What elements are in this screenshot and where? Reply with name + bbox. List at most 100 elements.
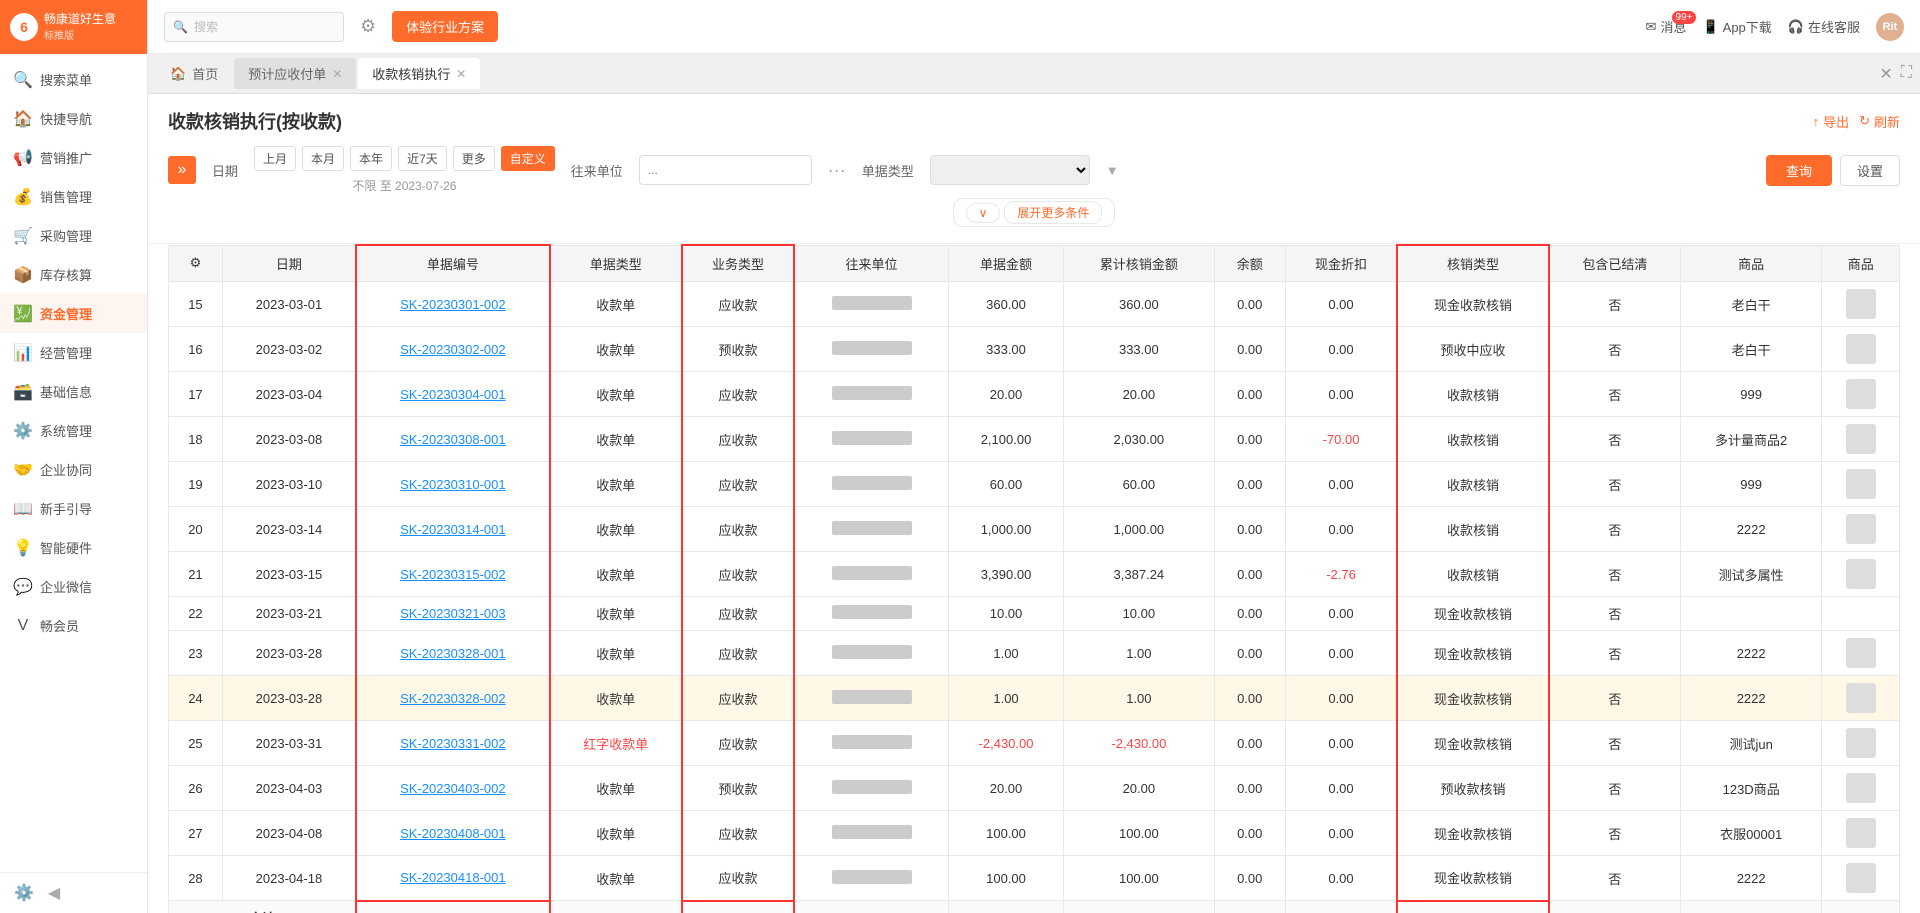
col-header-biztype[interactable]: 业务类型: [682, 245, 794, 282]
col-header-counterpart[interactable]: 往来单位: [794, 245, 948, 282]
sidebar-item-marketing[interactable]: 📢 营销推广: [0, 138, 147, 177]
settings-icon[interactable]: ⚙️: [14, 883, 34, 903]
singleno-link[interactable]: SK-20230321-003: [400, 606, 506, 621]
cell-canceltype: 收款核销: [1397, 372, 1549, 417]
cell-includeclosed: 否: [1549, 327, 1680, 372]
user-avatar[interactable]: Rit: [1876, 13, 1904, 41]
singleno-link[interactable]: SK-20230302-002: [400, 342, 506, 357]
date-btn-thismonth[interactable]: 本月: [302, 146, 344, 171]
singleno-link[interactable]: SK-20230308-001: [400, 432, 506, 447]
date-btn-custom[interactable]: 自定义: [501, 146, 555, 171]
date-btn-lastmonth[interactable]: 上月: [254, 146, 296, 171]
col-header-goods2[interactable]: 商品: [1822, 245, 1900, 282]
sidebar-item-finance[interactable]: 💹 资金管理: [0, 294, 147, 333]
query-button[interactable]: 查询: [1766, 155, 1832, 186]
date-btn-7days[interactable]: 近7天: [398, 146, 447, 171]
cell-counterpart: [794, 856, 948, 901]
message-button[interactable]: ✉ 消息 99+: [1646, 17, 1687, 36]
col-header-singleno[interactable]: 单据编号: [356, 245, 550, 282]
cell-biztype: 预收款: [682, 327, 794, 372]
date-btn-thisyear[interactable]: 本年: [350, 146, 392, 171]
top-search-box[interactable]: 🔍 搜索: [164, 12, 344, 42]
date-btn-more[interactable]: 更多: [453, 146, 495, 171]
singleno-link[interactable]: SK-20230315-002: [400, 567, 506, 582]
cell-goods2: [1822, 856, 1900, 901]
avatar-image: Rit: [1876, 13, 1904, 41]
cell-date: 2023-03-15: [222, 552, 356, 597]
sidebar: 6 畅康道好生意 标推版 🔍 搜索菜单 🏠 快捷导航 📢 营销推广 💰 销售管理…: [0, 0, 148, 913]
settings-gear-icon[interactable]: ⚙: [360, 16, 376, 37]
cell-goods: 2222: [1680, 856, 1822, 901]
tab-preorder[interactable]: 预计应收付单 ✕: [234, 58, 356, 89]
cell-singleno: SK-20230418-001: [356, 856, 550, 901]
col-header-cashdiscount[interactable]: 现金折扣: [1285, 245, 1397, 282]
singleno-link[interactable]: SK-20230301-002: [400, 297, 506, 312]
cell-goods: 999: [1680, 462, 1822, 507]
headset-icon: 🎧: [1788, 19, 1804, 35]
sidebar-item-sales[interactable]: 💰 销售管理: [0, 177, 147, 216]
singleno-link[interactable]: SK-20230328-001: [400, 646, 506, 661]
col-header-amount[interactable]: 单据金额: [948, 245, 1063, 282]
settings-button[interactable]: 设置: [1840, 155, 1900, 186]
cell-includeclosed: 否: [1549, 631, 1680, 676]
app-download-button[interactable]: 📱 App下载: [1702, 17, 1771, 36]
singleno-link[interactable]: SK-20230408-001: [400, 826, 506, 841]
sidebar-item-search[interactable]: 🔍 搜索菜单: [0, 60, 147, 99]
cell-canceltype: 现金收款核销: [1397, 856, 1549, 901]
cell-includeclosed: 否: [1549, 766, 1680, 811]
tab-collection[interactable]: 收款核销执行 ✕: [358, 58, 480, 89]
sidebar-item-inventory[interactable]: 📦 库存核算: [0, 255, 147, 294]
col-header-rownum[interactable]: ⚙: [169, 245, 223, 282]
cell-goods: 衣服00001: [1680, 811, 1822, 856]
sidebar-item-operation[interactable]: 📊 经营管理: [0, 333, 147, 372]
filter-expand-button[interactable]: »: [168, 156, 196, 184]
counterpart-input[interactable]: [639, 155, 812, 185]
tab-close-all-icon[interactable]: ✕: [1879, 64, 1892, 84]
sidebar-item-enterprise[interactable]: 🤝 企业协同: [0, 450, 147, 489]
tab-home[interactable]: 🏠 首页: [156, 58, 232, 89]
col-header-includeclosed[interactable]: 包含已结清: [1549, 245, 1680, 282]
tab-close-collection[interactable]: ✕: [456, 67, 466, 81]
sidebar-item-base[interactable]: 🗃️ 基础信息: [0, 372, 147, 411]
order-type-select[interactable]: [930, 155, 1090, 185]
date-range-display: 不限 至 2023-07-26: [352, 177, 456, 194]
tab-close-preorder[interactable]: ✕: [332, 67, 342, 81]
singleno-link[interactable]: SK-20230403-002: [400, 781, 506, 796]
sidebar-item-hardware[interactable]: 💡 智能硬件: [0, 528, 147, 567]
sidebar-label-system: 系统管理: [40, 421, 92, 440]
sidebar-item-system[interactable]: ⚙️ 系统管理: [0, 411, 147, 450]
col-header-canceltype[interactable]: 核销类型: [1397, 245, 1549, 282]
cell-goods2: [1822, 507, 1900, 552]
export-button[interactable]: ↑ 导出: [1813, 112, 1850, 131]
singleno-link[interactable]: SK-20230418-001: [400, 870, 506, 885]
sidebar-item-guide[interactable]: 📖 新手引导: [0, 489, 147, 528]
cell-rownum: 21: [169, 552, 223, 597]
singleno-link[interactable]: SK-20230310-001: [400, 477, 506, 492]
sidebar-item-purchase[interactable]: 🛒 采购管理: [0, 216, 147, 255]
cell-canceltype: 预收中应收: [1397, 327, 1549, 372]
col-header-date[interactable]: 日期: [222, 245, 356, 282]
collapse-icon[interactable]: ◀: [48, 883, 60, 903]
cell-goods: 999: [1680, 372, 1822, 417]
col-header-singletype[interactable]: 单据类型: [550, 245, 682, 282]
sidebar-item-wechat[interactable]: 💬 企业微信: [0, 567, 147, 606]
sidebar-item-quicknav[interactable]: 🏠 快捷导航: [0, 99, 147, 138]
cell-counterpart: [794, 327, 948, 372]
tab-maximize-icon[interactable]: ⛶: [1901, 64, 1912, 84]
singleno-link[interactable]: SK-20230314-001: [400, 522, 506, 537]
col-header-cumcancel[interactable]: 累计核销金额: [1064, 245, 1214, 282]
singleno-link[interactable]: SK-20230331-002: [400, 736, 506, 751]
solution-button[interactable]: 体验行业方案: [392, 11, 498, 42]
cell-balance: 0.00: [1214, 282, 1285, 327]
refresh-button[interactable]: ↻ 刷新: [1859, 112, 1900, 131]
sidebar-item-member[interactable]: V 畅会员: [0, 606, 147, 645]
sidebar-label-finance: 资金管理: [40, 304, 92, 323]
cell-cashdiscount: 0.00: [1285, 462, 1397, 507]
expand-bar[interactable]: ∨ 展开更多条件: [168, 194, 1900, 231]
singleno-link[interactable]: SK-20230328-002: [400, 691, 506, 706]
cell-singleno: SK-20230315-002: [356, 552, 550, 597]
online-service-button[interactable]: 🎧 在线客服: [1788, 17, 1860, 36]
col-header-balance[interactable]: 余额: [1214, 245, 1285, 282]
col-header-goods[interactable]: 商品: [1680, 245, 1822, 282]
singleno-link[interactable]: SK-20230304-001: [400, 387, 506, 402]
